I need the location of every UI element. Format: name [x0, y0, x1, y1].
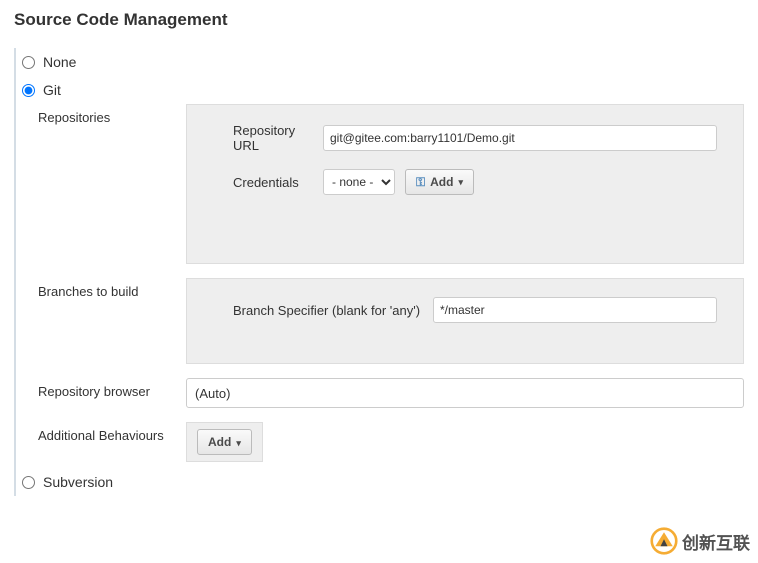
scm-option-subversion[interactable]: Subversion	[20, 468, 744, 496]
radio-subversion[interactable]	[22, 476, 35, 489]
watermark-logo-icon	[650, 527, 678, 555]
scm-option-none[interactable]: None	[20, 48, 744, 76]
branches-panel: Branch Specifier (blank for 'any')	[186, 278, 744, 364]
watermark: 创新互联	[650, 527, 750, 555]
additional-behaviours-panel: Add ▾	[186, 422, 263, 462]
branch-specifier-label: Branch Specifier (blank for 'any')	[233, 303, 433, 318]
scm-option-git[interactable]: Git	[20, 76, 744, 104]
watermark-text: 创新互联	[682, 529, 750, 554]
repo-browser-label: Repository browser	[38, 378, 186, 399]
credentials-select[interactable]: - none -	[323, 169, 395, 195]
chevron-down-icon: ▾	[236, 438, 241, 449]
branches-label: Branches to build	[38, 278, 186, 299]
repo-browser-value: (Auto)	[195, 386, 230, 401]
chevron-down-icon: ▾	[458, 177, 463, 188]
repositories-label: Repositories	[38, 104, 186, 125]
radio-none-label: None	[43, 54, 76, 70]
add-label: Add	[208, 435, 231, 449]
repository-url-input[interactable]	[323, 125, 717, 151]
radio-git[interactable]	[22, 84, 35, 97]
repository-url-label: Repository URL	[233, 123, 323, 153]
credentials-label: Credentials	[233, 175, 323, 190]
key-icon: ⚿	[416, 175, 425, 190]
repositories-panel: Repository URL Credentials - none - ⚿	[186, 104, 744, 264]
credentials-add-label: Add	[430, 175, 453, 189]
page-title: Source Code Management	[14, 10, 744, 30]
radio-git-label: Git	[43, 82, 61, 98]
repo-browser-select[interactable]: (Auto)	[186, 378, 744, 408]
branch-specifier-input[interactable]	[433, 297, 717, 323]
credentials-add-button[interactable]: ⚿ Add ▾	[405, 169, 474, 195]
additional-behaviours-label: Additional Behaviours	[38, 422, 186, 443]
radio-none[interactable]	[22, 56, 35, 69]
tree-vertical-bar	[14, 48, 16, 496]
radio-subversion-label: Subversion	[43, 474, 113, 490]
additional-behaviours-add-button[interactable]: Add ▾	[197, 429, 252, 455]
